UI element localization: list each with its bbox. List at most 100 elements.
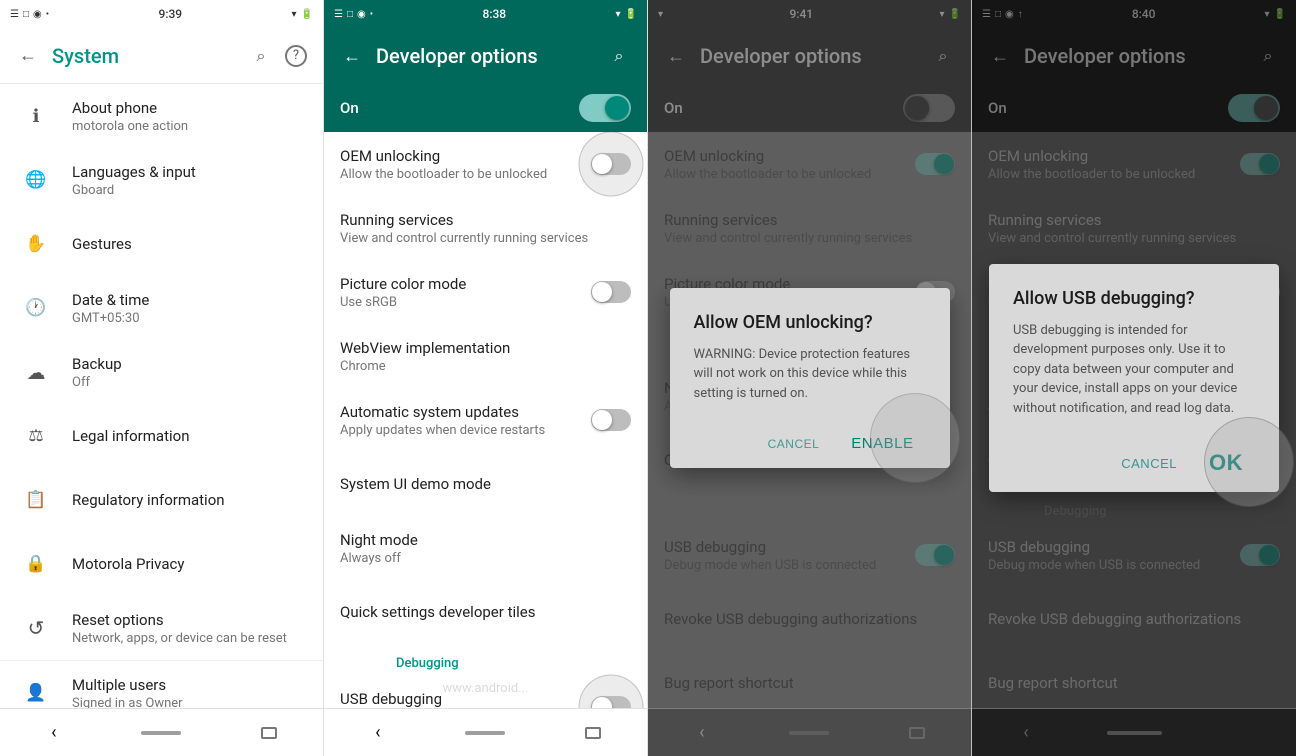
battery-icon-2: 🔋 <box>625 9 637 20</box>
sidebar-item-users[interactable]: 👤 Multiple users Signed in as Owner <box>0 660 323 708</box>
quick-settings-title: Quick settings developer tiles <box>340 603 631 621</box>
oem-toggle[interactable] <box>591 153 631 175</box>
sidebar-item-regulatory[interactable]: 📋 Regulatory information <box>0 468 323 532</box>
search-button-1[interactable]: ⌕ <box>249 44 273 68</box>
backup-icon: ☁ <box>16 352 56 392</box>
usb-debug-title: USB debugging <box>340 690 591 708</box>
toolbar-2: ← Developer options ⌕ <box>324 28 647 84</box>
nav-back-1[interactable]: ‹ <box>24 713 84 753</box>
nav-home-indicator-1 <box>141 731 181 735</box>
sidebar-item-reset[interactable]: ↺ Reset options Network, apps, or device… <box>0 596 323 660</box>
back-button-1[interactable]: ← <box>16 44 40 68</box>
running-services-item[interactable]: Running services View and control curren… <box>324 196 647 260</box>
wifi-icon: ▾ <box>292 9 297 20</box>
picture-toggle-thumb <box>592 282 612 302</box>
panel-system-settings: ☰ □ ◉ • 9:39 ▾ 🔋 ← System ⌕ ? ℹ About ph… <box>0 0 324 756</box>
auto-updates-toggle-thumb <box>592 410 612 430</box>
panel-developer-options: ☰ □ ◉ • 8:38 ▾ 🔋 ← Developer options ⌕ O… <box>324 0 648 756</box>
security-icon: ◉ <box>33 9 42 20</box>
usb-debugging-item[interactable]: USB debugging Debug mode when USB is con… <box>324 675 647 708</box>
oem-dialog-overlay: Allow OEM unlocking? WARNING: Device pro… <box>648 0 971 756</box>
legal-text: Legal information <box>72 427 307 445</box>
bottom-nav-1: ‹ <box>0 708 323 756</box>
about-title: About phone <box>72 99 307 117</box>
sidebar-item-legal[interactable]: ⚖ Legal information <box>0 404 323 468</box>
nav-back-2[interactable]: ‹ <box>348 713 408 753</box>
oem-enable-button[interactable]: Enable <box>839 427 925 460</box>
about-subtitle: motorola one action <box>72 119 307 134</box>
oem-dialog-title: Allow OEM unlocking? <box>694 312 926 333</box>
datetime-icon: 🕐 <box>16 288 56 328</box>
nav-back-icon-1: ‹ <box>51 722 56 743</box>
regulatory-icon: 📋 <box>16 480 56 520</box>
quick-settings-text: Quick settings developer tiles <box>340 603 631 621</box>
sidebar-item-backup[interactable]: ☁ Backup Off <box>0 340 323 404</box>
system-title: System <box>52 44 237 68</box>
nav-recent-1[interactable] <box>239 713 299 753</box>
usb-debug-toggle[interactable] <box>591 696 631 708</box>
picture-toggle[interactable] <box>591 281 631 303</box>
reset-title: Reset options <box>72 611 307 629</box>
sidebar-item-motorola-privacy[interactable]: 🔒 Motorola Privacy <box>0 532 323 596</box>
auto-updates-text: Automatic system updates Apply updates w… <box>340 403 591 438</box>
oem-unlocking-item[interactable]: OEM unlocking Allow the bootloader to be… <box>324 132 647 196</box>
nav-recent-icon-2 <box>585 727 601 739</box>
oem-text: OEM unlocking Allow the bootloader to be… <box>340 147 591 182</box>
quick-settings-item[interactable]: Quick settings developer tiles <box>324 580 647 644</box>
dot-icon-2: • <box>370 9 373 20</box>
regulatory-text: Regulatory information <box>72 491 307 509</box>
status-right-icons: ▾ 🔋 <box>292 9 313 20</box>
usb-debug-toggle-thumb <box>592 697 612 708</box>
users-title: Multiple users <box>72 676 307 694</box>
users-icon: 👤 <box>16 673 56 708</box>
sidebar-item-gestures[interactable]: ✋ Gestures <box>0 212 323 276</box>
oem-dialog-body: WARNING: Device protection features will… <box>694 345 926 404</box>
usb-dialog-overlay: Allow USB debugging? USB debugging is in… <box>972 0 1296 756</box>
back-button-2[interactable]: ← <box>340 44 364 68</box>
gestures-title: Gestures <box>72 235 307 253</box>
on-toggle-thumb <box>605 96 629 120</box>
reset-subtitle: Network, apps, or device can be reset <box>72 631 307 646</box>
running-text: Running services View and control curren… <box>340 211 631 246</box>
backup-text: Backup Off <box>72 355 307 390</box>
legal-icon: ⚖ <box>16 416 56 456</box>
bottom-nav-2: ‹ <box>324 708 647 756</box>
status-bar-1: ☰ □ ◉ • 9:39 ▾ 🔋 <box>0 0 323 28</box>
webview-item[interactable]: WebView implementation Chrome <box>324 324 647 388</box>
system-ui-title: System UI demo mode <box>340 475 631 493</box>
time-2: 8:38 <box>483 7 507 21</box>
on-toggle[interactable] <box>579 94 631 122</box>
night-mode-item[interactable]: Night mode Always off <box>324 516 647 580</box>
legal-title: Legal information <box>72 427 307 445</box>
auto-updates-toggle[interactable] <box>591 409 631 431</box>
usb-dialog-body: USB debugging is intended for developmen… <box>1013 321 1255 419</box>
usb-cancel-button[interactable]: Cancel <box>1109 442 1189 484</box>
nav-home-2[interactable] <box>455 713 515 753</box>
motorola-privacy-text: Motorola Privacy <box>72 555 307 573</box>
sidebar-item-languages[interactable]: 🌐 Languages & input Gboard <box>0 148 323 212</box>
picture-color-item[interactable]: Picture color mode Use sRGB <box>324 260 647 324</box>
nav-back-icon-2: ‹ <box>375 722 380 743</box>
on-row: On <box>324 84 647 132</box>
auto-updates-item[interactable]: Automatic system updates Apply updates w… <box>324 388 647 452</box>
usb-ok-button[interactable]: OK <box>1197 442 1255 484</box>
panel-usb-dialog: ☰ □ ◉ ↑ 8:40 ▾ 🔋 ← Developer options ⌕ O… <box>972 0 1296 756</box>
nav-recent-2[interactable] <box>563 713 623 753</box>
sidebar-item-datetime[interactable]: 🕐 Date & time GMT+05:30 <box>0 276 323 340</box>
search-button-2[interactable]: ⌕ <box>607 44 631 68</box>
nav-recent-icon-1 <box>261 727 277 739</box>
sidebar-item-about[interactable]: ℹ About phone motorola one action <box>0 84 323 148</box>
motorola-privacy-title: Motorola Privacy <box>72 555 307 573</box>
running-subtitle: View and control currently running servi… <box>340 231 631 246</box>
about-text: About phone motorola one action <box>72 99 307 134</box>
help-button-1[interactable]: ? <box>285 45 307 67</box>
system-ui-demo-item[interactable]: System UI demo mode <box>324 452 647 516</box>
screenshot-icon: □ <box>23 9 29 20</box>
nav-home-1[interactable] <box>131 713 191 753</box>
night-mode-title: Night mode <box>340 531 631 549</box>
status-bar-2: ☰ □ ◉ • 8:38 ▾ 🔋 <box>324 0 647 28</box>
backup-title: Backup <box>72 355 307 373</box>
oem-cancel-button[interactable]: Cancel <box>756 427 832 460</box>
battery-icon: 🔋 <box>301 9 313 20</box>
regulatory-title: Regulatory information <box>72 491 307 509</box>
